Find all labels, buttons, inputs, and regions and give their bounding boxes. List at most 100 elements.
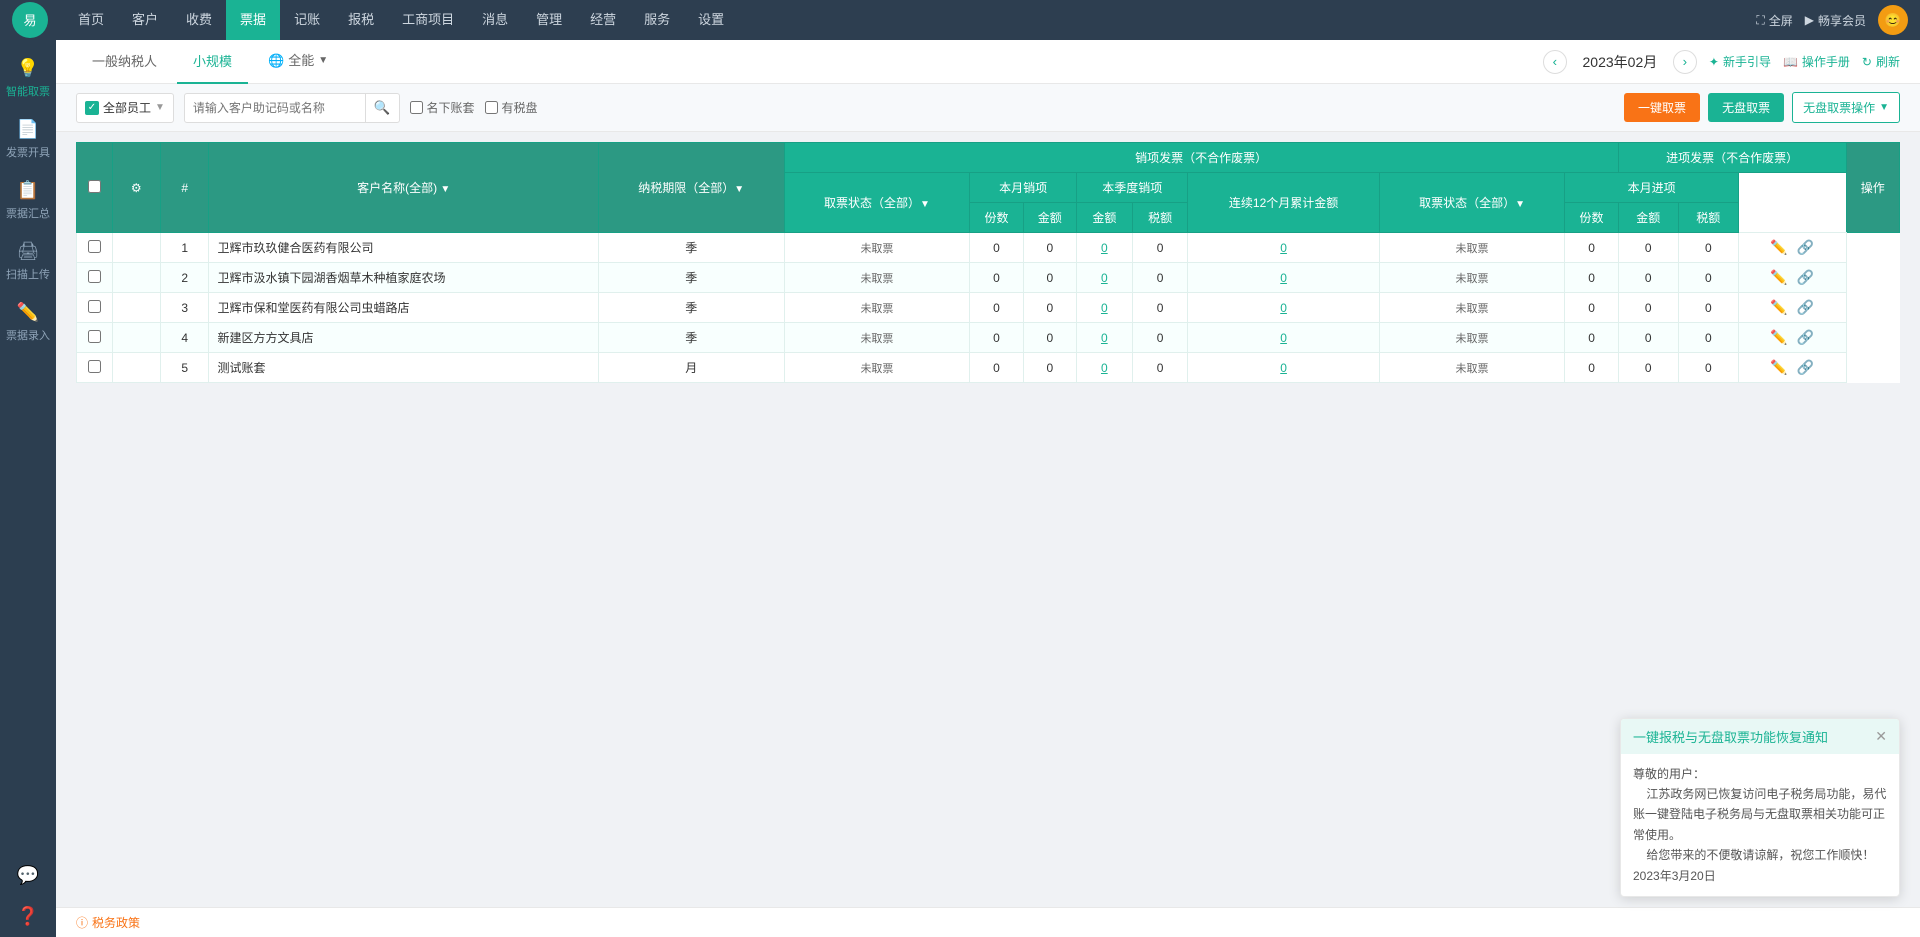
row-sales-month-count: 0 bbox=[970, 323, 1023, 353]
edit-icon[interactable]: ✏️ bbox=[1770, 269, 1787, 285]
row-purchase-month-amount: 0 bbox=[1618, 263, 1678, 293]
sidebar-item-chat[interactable]: 💬 bbox=[13, 855, 43, 896]
filter-own-accounts[interactable]: 名下账套 bbox=[410, 99, 475, 116]
search-input[interactable] bbox=[185, 101, 365, 115]
filter-icon-purchase-status[interactable]: ▼ bbox=[1515, 199, 1525, 210]
row-checkbox[interactable] bbox=[88, 330, 101, 343]
row-sales-quarter-amount: 0 bbox=[1076, 263, 1132, 293]
sub-header: 一般纳税人 小规模 🌐 全能 ▼ ‹ 2023年02月 › ✦ 新手引导 📖 操… bbox=[56, 40, 1920, 84]
filter-icon-period[interactable]: ▼ bbox=[734, 184, 744, 195]
th-purchase-month-tax: 税额 bbox=[1678, 203, 1738, 233]
row-sales-month-amount: 0 bbox=[1023, 323, 1076, 353]
nav-message[interactable]: 消息 bbox=[468, 0, 522, 40]
edit-icon[interactable]: ✏️ bbox=[1770, 329, 1787, 345]
filter-icon[interactable]: ▼ bbox=[440, 184, 450, 195]
row-tax-period: 季 bbox=[598, 293, 784, 323]
vip-button[interactable]: ▶ 畅享会员 bbox=[1805, 12, 1866, 29]
refresh-link[interactable]: ↻ 刷新 bbox=[1862, 53, 1900, 70]
row-checkbox-cell bbox=[77, 323, 113, 353]
edit-icon[interactable]: ✏️ bbox=[1770, 239, 1787, 255]
th-sales-month-count: 份数 bbox=[970, 203, 1023, 233]
chevron-down-icon: ▼ bbox=[318, 40, 328, 83]
chat-icon: 💬 bbox=[17, 865, 39, 886]
manual-link[interactable]: 📖 操作手册 bbox=[1783, 53, 1850, 70]
row-checkbox[interactable] bbox=[88, 270, 101, 283]
row-sales-month-count: 0 bbox=[970, 233, 1023, 263]
row-purchase-month-tax: 0 bbox=[1678, 293, 1738, 323]
nav-industry[interactable]: 工商项目 bbox=[388, 0, 468, 40]
tax-policy-link[interactable]: ⓘ 税务政策 bbox=[76, 914, 140, 931]
sidebar-item-invoice-summary[interactable]: 📋 票据汇总 bbox=[0, 170, 56, 231]
employee-filter[interactable]: ✓ 全部员工 ▼ bbox=[76, 93, 174, 123]
row-customer-name: 卫辉市玖玖健合医药有限公司 bbox=[209, 233, 598, 263]
settings-icon[interactable]: ⚙ bbox=[131, 181, 142, 195]
th-purchase-month: 本月进项 bbox=[1565, 173, 1738, 203]
row-num: 3 bbox=[161, 293, 209, 323]
detail-icon[interactable]: 🔗 bbox=[1797, 359, 1814, 375]
nav-invoice[interactable]: 票据 bbox=[226, 0, 280, 40]
user-avatar[interactable]: 😊 bbox=[1878, 5, 1908, 35]
nav-operation[interactable]: 经营 bbox=[576, 0, 630, 40]
tab-general-taxpayer[interactable]: 一般纳税人 bbox=[76, 40, 173, 84]
row-sales-quarter-tax: 0 bbox=[1132, 293, 1188, 323]
no-disk-invoice-button[interactable]: 无盘取票 bbox=[1708, 93, 1784, 122]
nav-tax[interactable]: 报税 bbox=[334, 0, 388, 40]
filter-has-disk[interactable]: 有税盘 bbox=[485, 99, 538, 116]
nav-settings[interactable]: 设置 bbox=[684, 0, 738, 40]
no-disk-operation-button[interactable]: 无盘取票操作 ▼ bbox=[1792, 92, 1900, 123]
filter-has-disk-checkbox[interactable] bbox=[485, 101, 498, 114]
sidebar-item-scan-upload[interactable]: 🖨 扫描上传 bbox=[0, 231, 56, 292]
row-cumulative: 0 bbox=[1188, 323, 1379, 353]
th-checkbox-header bbox=[77, 143, 113, 233]
tab-all-capable[interactable]: 🌐 全能 ▼ bbox=[252, 40, 344, 84]
detail-icon[interactable]: 🔗 bbox=[1797, 329, 1814, 345]
edit-icon[interactable]: ✏️ bbox=[1770, 359, 1787, 375]
nav-service[interactable]: 服务 bbox=[630, 0, 684, 40]
row-checkbox[interactable] bbox=[88, 300, 101, 313]
row-checkbox[interactable] bbox=[88, 360, 101, 373]
detail-icon[interactable]: 🔗 bbox=[1797, 269, 1814, 285]
th-sales-group: 销项发票（不合作废票） bbox=[784, 143, 1618, 173]
nav-accounting[interactable]: 记账 bbox=[280, 0, 334, 40]
th-purchase-month-amount: 金额 bbox=[1618, 203, 1678, 233]
bottom-bar: ⓘ 税务政策 bbox=[56, 907, 1920, 937]
table-row: 4 新建区方方文具店 季 未取票 0 0 0 0 0 未取票 0 0 0 ✏️ … bbox=[77, 323, 1900, 353]
tab-small-scale[interactable]: 小规模 bbox=[177, 40, 248, 84]
row-sales-month-count: 0 bbox=[970, 263, 1023, 293]
th-purchase-group: 进项发票（不合作废票） bbox=[1618, 143, 1846, 173]
nav-fee[interactable]: 收费 bbox=[172, 0, 226, 40]
popup-close-button[interactable]: ✕ bbox=[1875, 728, 1887, 745]
sidebar-item-smart-invoice[interactable]: 💡 智能取票 bbox=[0, 48, 56, 109]
row-checkbox-cell bbox=[77, 293, 113, 323]
date-prev-button[interactable]: ‹ bbox=[1543, 50, 1567, 74]
detail-icon[interactable]: 🔗 bbox=[1797, 239, 1814, 255]
nav-manage[interactable]: 管理 bbox=[522, 0, 576, 40]
row-checkbox[interactable] bbox=[88, 240, 101, 253]
fullscreen-button[interactable]: ⛶ 全屏 bbox=[1756, 12, 1792, 29]
filter-own-accounts-checkbox[interactable] bbox=[410, 101, 423, 114]
logo-icon[interactable]: 易 bbox=[12, 2, 48, 38]
sidebar-item-invoice-entry[interactable]: ✏️ 票据录入 bbox=[0, 292, 56, 353]
row-sales-status: 未取票 bbox=[784, 233, 970, 263]
row-sales-quarter-amount: 0 bbox=[1076, 293, 1132, 323]
row-cumulative: 0 bbox=[1188, 293, 1379, 323]
edit-icon[interactable]: ✏️ bbox=[1770, 299, 1787, 315]
th-sales-quarter-amount: 金额 bbox=[1076, 203, 1132, 233]
th-sales-quarter-tax: 税额 bbox=[1132, 203, 1188, 233]
row-sales-month-amount: 0 bbox=[1023, 233, 1076, 263]
th-purchase-status: 取票状态（全部）▼ bbox=[1379, 173, 1565, 233]
detail-icon[interactable]: 🔗 bbox=[1797, 299, 1814, 315]
sidebar-item-help[interactable]: ❓ bbox=[13, 896, 43, 937]
select-all-checkbox[interactable] bbox=[88, 180, 101, 193]
nav-customer[interactable]: 客户 bbox=[118, 0, 172, 40]
search-button[interactable]: 🔍 bbox=[365, 93, 399, 123]
row-num: 2 bbox=[161, 263, 209, 293]
table-body: 1 卫辉市玖玖健合医药有限公司 季 未取票 0 0 0 0 0 未取票 0 0 … bbox=[77, 233, 1900, 383]
one-click-invoice-button[interactable]: 一键取票 bbox=[1624, 93, 1700, 122]
date-next-button[interactable]: › bbox=[1673, 50, 1697, 74]
guide-link[interactable]: ✦ 新手引导 bbox=[1709, 53, 1771, 70]
row-tax-period: 季 bbox=[598, 233, 784, 263]
nav-home[interactable]: 首页 bbox=[64, 0, 118, 40]
filter-icon-sales-status[interactable]: ▼ bbox=[920, 199, 930, 210]
sidebar-item-issue-invoice[interactable]: 📄 发票开具 bbox=[0, 109, 56, 170]
